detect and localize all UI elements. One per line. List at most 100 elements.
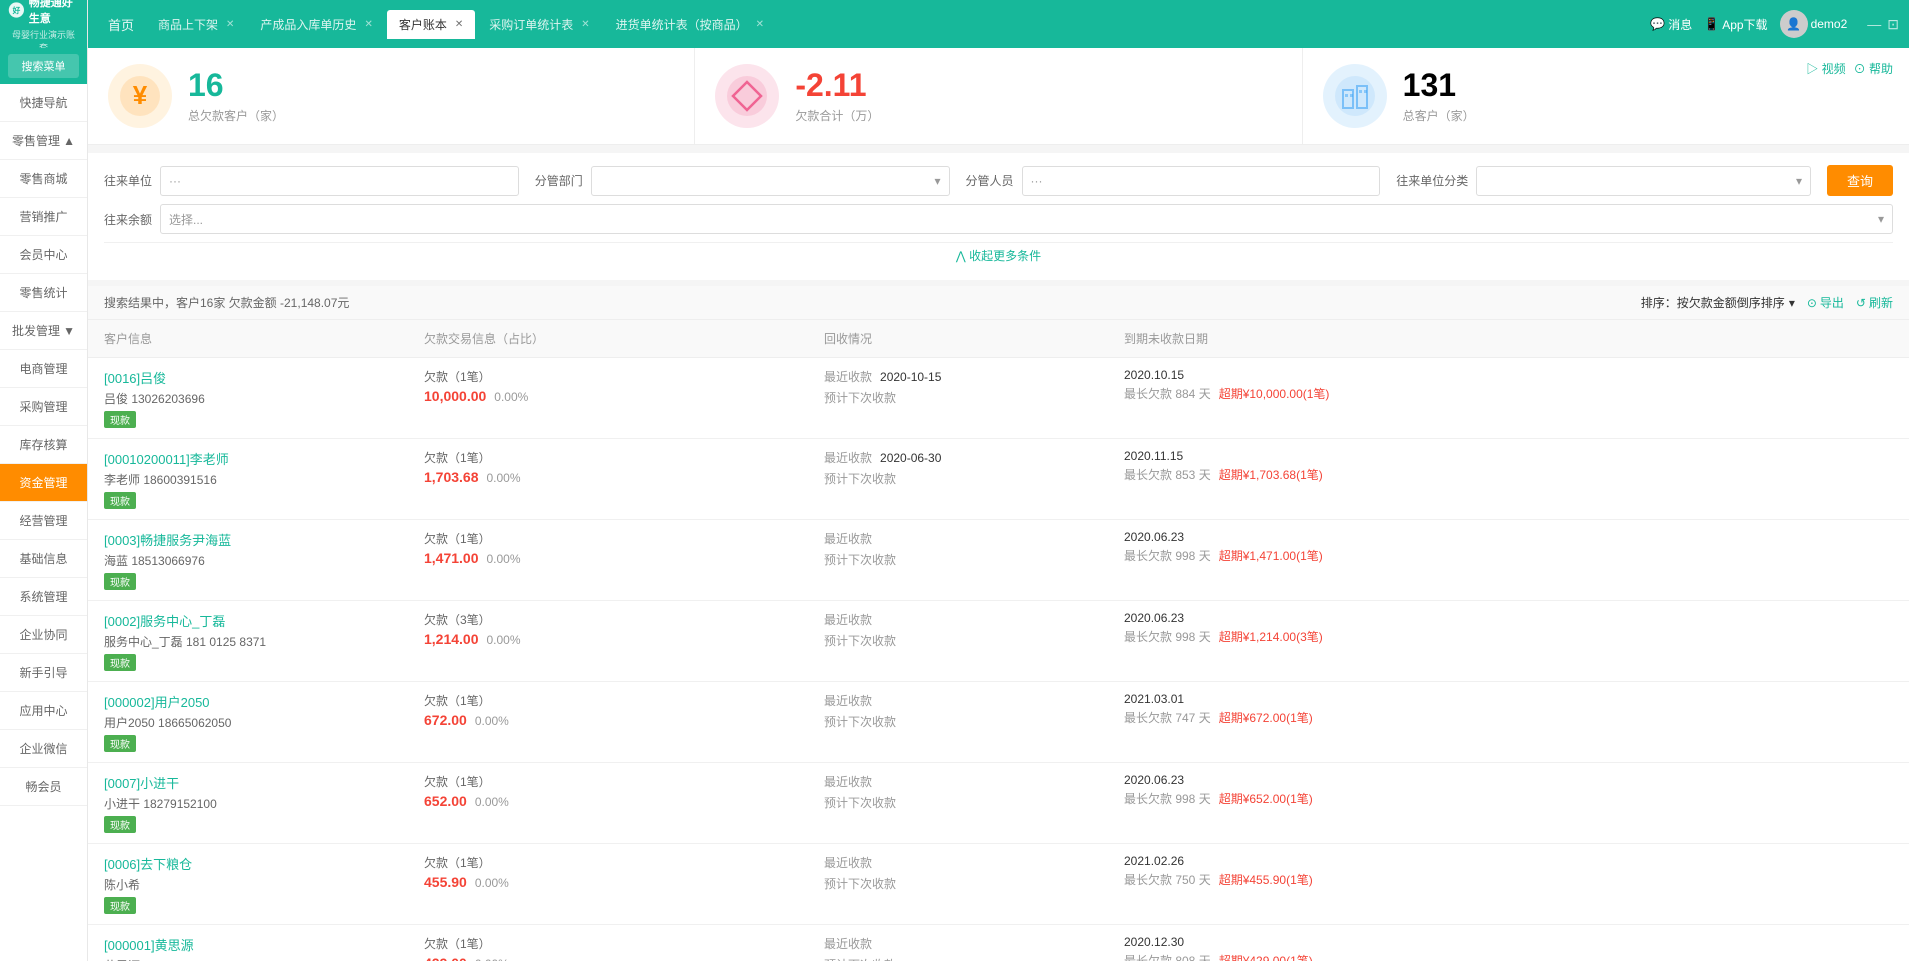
sidebar-item-inventory[interactable]: 库存核算 <box>0 426 87 464</box>
maximize-icon[interactable]: ⊡ <box>1887 16 1899 33</box>
overdue-link[interactable]: 超期¥1,703.68(1笔) <box>1219 466 1323 483</box>
tab-product-offline[interactable]: 商品上下架 ✕ <box>146 10 246 39</box>
balance-select[interactable]: 选择... ▾ <box>160 204 1893 234</box>
debt-percent: 0.00% <box>475 795 509 809</box>
export-button[interactable]: ⊙ 导出 <box>1807 294 1844 311</box>
overdue-link[interactable]: 超期¥652.00(1笔) <box>1219 790 1313 807</box>
sidebar-item-retail-mall[interactable]: 零售商城 <box>0 160 87 198</box>
person-input[interactable]: ··· <box>1022 166 1381 196</box>
customer-name-link[interactable]: [0003]畅捷服务尹海蓝 <box>104 530 424 549</box>
sidebar-item-vip[interactable]: 畅会员 <box>0 768 87 806</box>
duedate-cell: 2020.12.30 最长欠款 808 天 超期¥429.00(1笔) <box>1124 935 1893 961</box>
sidebar: 好 畅捷通好生意 母婴行业演示账套 搜索菜单 快捷导航 零售管理 ▲ 零售商城 … <box>0 0 88 961</box>
sidebar-item-marketing[interactable]: 营销推广 <box>0 198 87 236</box>
customer-name-link[interactable]: [000002]用户2050 <box>104 692 424 711</box>
search-button[interactable]: 查询 <box>1827 165 1893 196</box>
minimize-icon[interactable]: — <box>1867 16 1881 33</box>
app-download-button[interactable]: 📱 App下载 <box>1704 16 1767 33</box>
sidebar-item-enterprise[interactable]: 企业协同 <box>0 616 87 654</box>
collapse-up-icon: ⋀ <box>956 249 969 263</box>
customer-name-link[interactable]: [0002]服务中心_丁磊 <box>104 611 424 630</box>
table-header: 客户信息 欠款交易信息（占比） 回收情况 到期未收款日期 <box>88 320 1909 358</box>
sidebar-item-quick-nav[interactable]: 快捷导航 <box>0 84 87 122</box>
collapse-filter-button[interactable]: ⋀ 收起更多条件 <box>104 242 1893 268</box>
sidebar-item-wechat[interactable]: 企业微信 <box>0 730 87 768</box>
user-avatar[interactable]: 👤 demo2 <box>1780 10 1848 38</box>
filter-dept: 分管部门 ▾ <box>535 166 950 196</box>
sidebar-item-batch-mgmt[interactable]: 批发管理 ▼ <box>0 312 87 350</box>
building-icon <box>1333 74 1377 118</box>
due-date: 2021.03.01 <box>1124 692 1893 706</box>
filter-row-2: 往来余额 选择... ▾ <box>104 204 1893 234</box>
stat-label-debt: 欠款合计（万） <box>795 107 1281 124</box>
duedate-cell: 2020.11.15 最长欠款 853 天 超期¥1,703.68(1笔) <box>1124 449 1893 483</box>
from-unit-input[interactable]: ··· <box>160 166 519 196</box>
next-collect: 预计下次收款 <box>824 470 1124 487</box>
tab-customer-account[interactable]: 客户账本 ✕ <box>387 10 475 39</box>
customer-name-link[interactable]: [00010200011]李老师 <box>104 449 424 468</box>
tab-stock-stats[interactable]: 进货单统计表（按商品） ✕ <box>604 10 776 39</box>
tab-product-history[interactable]: 产成品入库单历史 ✕ <box>248 10 384 39</box>
last-collect-date: 2020-06-30 <box>880 451 941 465</box>
dept-select[interactable]: ▾ <box>591 166 950 196</box>
customer-name-link[interactable]: [0006]去下粮仓 <box>104 854 424 873</box>
help-button[interactable]: ⊙ 帮助 <box>1854 60 1893 77</box>
close-tab-purchase-order[interactable]: ✕ <box>581 19 589 30</box>
debt-amount: 1,214.00 <box>424 631 479 647</box>
sidebar-item-basic-info[interactable]: 基础信息 <box>0 540 87 578</box>
tab-home[interactable]: 首页 <box>98 9 144 40</box>
table-row: [0016]吕俊 吕俊 13026203696 现款 欠款（1笔） 10,000… <box>88 358 1909 439</box>
customer-phone: 黄思源 13552700226 <box>104 957 424 961</box>
overdue-link[interactable]: 超期¥10,000.00(1笔) <box>1219 385 1330 402</box>
customer-name-link[interactable]: [0016]吕俊 <box>104 368 424 387</box>
diamond-icon <box>725 74 769 118</box>
overdue-link[interactable]: 超期¥1,471.00(1笔) <box>1219 547 1323 564</box>
customer-name-link[interactable]: [000001]黄思源 <box>104 935 424 954</box>
sidebar-item-apps[interactable]: 应用中心 <box>0 692 87 730</box>
from-unit-label: 往来单位 <box>104 172 152 189</box>
sidebar-item-ecommerce[interactable]: 电商管理 <box>0 350 87 388</box>
dept-label: 分管部门 <box>535 172 583 189</box>
sidebar-item-guide[interactable]: 新手引导 <box>0 654 87 692</box>
close-tab-product-offline[interactable]: ✕ <box>226 19 234 30</box>
debt-label: 欠款（1笔） <box>424 692 824 709</box>
message-button[interactable]: 💬 消息 <box>1650 16 1692 33</box>
debt-cell: 欠款（1笔） 1,471.00 0.00% <box>424 530 824 568</box>
view-video-button[interactable]: ▷ 视频 <box>1806 60 1845 77</box>
last-collect-label: 最近收款 <box>824 368 872 385</box>
stat-body-debtors: 16 总欠款客户（家） <box>188 69 674 124</box>
collection-cell: 最近收款 预计下次收款 <box>824 530 1124 568</box>
duedate-cell: 2020.10.15 最长欠款 884 天 超期¥10,000.00(1笔) <box>1124 368 1893 402</box>
unit-class-select[interactable]: ▾ <box>1476 166 1811 196</box>
sidebar-item-operations[interactable]: 经营管理 <box>0 502 87 540</box>
customer-cell: [0006]去下粮仓 陈小希 现款 <box>104 854 424 914</box>
overdue-link[interactable]: 超期¥672.00(1笔) <box>1219 709 1313 726</box>
sort-button[interactable]: 排序：按欠款金额倒序排序 ▾ <box>1641 294 1795 311</box>
close-tab-stock-stats[interactable]: ✕ <box>756 19 764 30</box>
balance-label: 往来余额 <box>104 211 152 228</box>
main-area: 首页 商品上下架 ✕ 产成品入库单历史 ✕ 客户账本 ✕ 采购订单统计表 ✕ 进… <box>88 0 1909 961</box>
tab-purchase-order[interactable]: 采购订单统计表 ✕ <box>477 10 601 39</box>
sidebar-item-member[interactable]: 会员中心 <box>0 236 87 274</box>
sidebar-item-finance[interactable]: 资金管理 <box>0 464 87 502</box>
video-icon: ▷ <box>1806 62 1818 76</box>
debt-label: 欠款（1笔） <box>424 449 824 466</box>
sidebar-item-purchase[interactable]: 采购管理 <box>0 388 87 426</box>
close-tab-product-history[interactable]: ✕ <box>364 19 372 30</box>
overdue-link[interactable]: 超期¥429.00(1笔) <box>1219 952 1313 961</box>
sidebar-item-system[interactable]: 系统管理 <box>0 578 87 616</box>
due-date: 2020.10.15 <box>1124 368 1893 382</box>
max-overdue-days: 最长欠款 998 天 <box>1124 628 1211 645</box>
refresh-button[interactable]: ↺ 刷新 <box>1856 294 1893 311</box>
person-dots: ··· <box>1031 174 1043 188</box>
sidebar-item-retail-mgmt[interactable]: 零售管理 ▲ <box>0 122 87 160</box>
result-summary: 搜索结果中，客户16家 欠款金额 -21,148.07元 <box>104 294 349 311</box>
close-tab-customer-account[interactable]: ✕ <box>455 19 463 30</box>
last-collect-label: 最近收款 <box>824 854 872 871</box>
customer-name-link[interactable]: [0007]小进干 <box>104 773 424 792</box>
stat-actions: ▷ 视频 ⊙ 帮助 <box>1806 60 1893 77</box>
search-menu-button[interactable]: 搜索菜单 <box>8 54 79 78</box>
sidebar-item-retail-stats[interactable]: 零售统计 <box>0 274 87 312</box>
overdue-link[interactable]: 超期¥455.90(1笔) <box>1219 871 1313 888</box>
overdue-link[interactable]: 超期¥1,214.00(3笔) <box>1219 628 1323 645</box>
